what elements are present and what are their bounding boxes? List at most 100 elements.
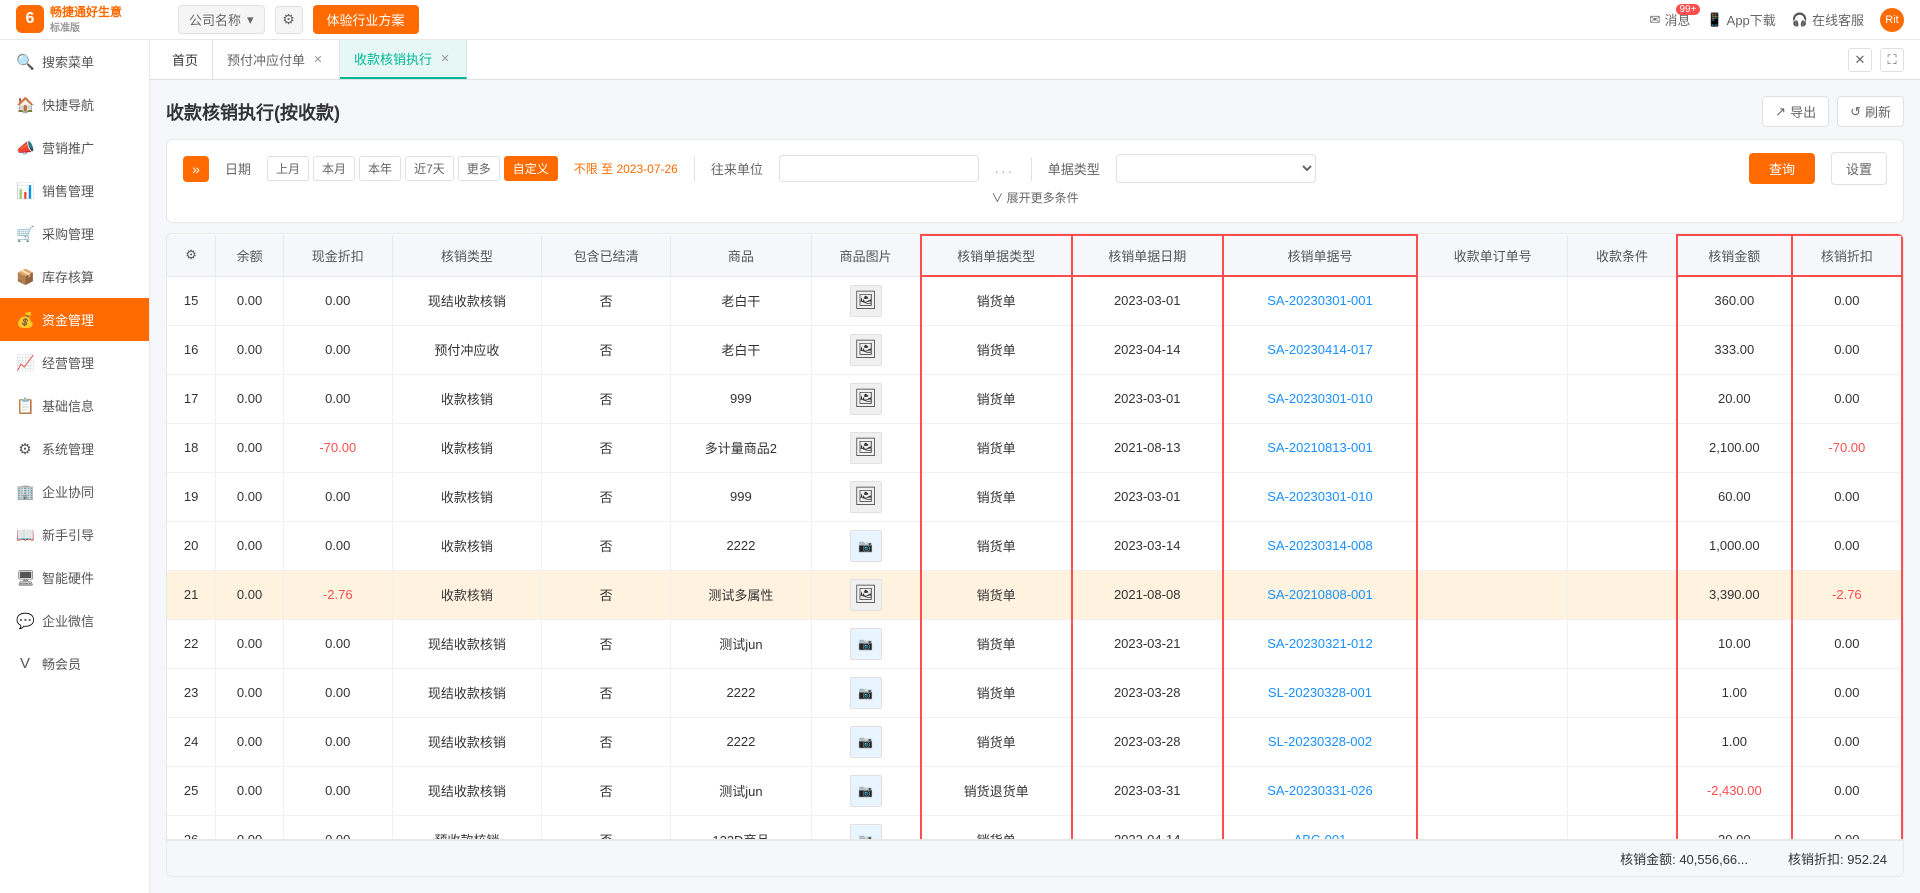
inventory-icon: 📦 — [16, 268, 34, 286]
bill-type-select[interactable] — [1116, 154, 1316, 183]
cancel-bill-no[interactable]: SA-20230321-012 — [1223, 619, 1417, 668]
cancel-bill-no-link[interactable]: SL-20230328-001 — [1268, 685, 1372, 700]
cancel-bill-no[interactable]: SA-20230301-010 — [1223, 472, 1417, 521]
sidebar-item-inventory[interactable]: 📦 库存核算 — [0, 255, 149, 298]
filter-settings-btn[interactable]: 设置 — [1831, 152, 1887, 185]
date-btn-this-year[interactable]: 本年 — [359, 156, 401, 181]
balance: 0.00 — [216, 374, 284, 423]
cash-discount: 0.00 — [283, 374, 392, 423]
cancel-bill-no[interactable]: SA-20230301-010 — [1223, 374, 1417, 423]
cancel-bill-no[interactable]: SA-20210808-001 — [1223, 570, 1417, 619]
th-settings[interactable]: ⚙ — [167, 235, 216, 276]
cancel-bill-no[interactable]: SA-20210813-001 — [1223, 423, 1417, 472]
receipt-cond — [1568, 668, 1677, 717]
sidebar-item-purchase[interactable]: 🛒 采购管理 — [0, 212, 149, 255]
sidebar-item-wechat[interactable]: 💬 企业微信 — [0, 599, 149, 642]
sidebar-item-operations[interactable]: 📈 经营管理 — [0, 341, 149, 384]
hardware-icon: 🖥 — [16, 569, 34, 587]
cancel-amount: 1.00 — [1677, 717, 1792, 766]
tab-prepay-close[interactable]: ✕ — [311, 53, 325, 67]
cancel-bill-no-link[interactable]: SA-20230301-010 — [1267, 391, 1373, 406]
tab-restore-btn[interactable]: ⛶ — [1880, 48, 1904, 72]
cancel-bill-no[interactable]: SA-20230314-008 — [1223, 521, 1417, 570]
date-btn-more[interactable]: 更多 — [458, 156, 500, 181]
date-btn-custom[interactable]: 自定义 — [504, 156, 558, 181]
refresh-btn[interactable]: ↺ 刷新 — [1837, 96, 1904, 127]
expand-more-btn[interactable]: ∨ 展开更多条件 — [183, 185, 1887, 210]
include-settled: 否 — [542, 374, 671, 423]
cancel-discount: -70.00 — [1792, 423, 1902, 472]
notification-btn[interactable]: ✉ 消息 99+ — [1650, 10, 1691, 29]
filter-row: » 日期 上月 本月 本年 近7天 更多 自定义 不限 至 2023-07-26 — [183, 152, 1887, 185]
cancel-bill-no-link[interactable]: SA-20230321-012 — [1267, 636, 1373, 651]
sidebar-item-enterprise[interactable]: 🏢 企业协同 — [0, 470, 149, 513]
cancel-bill-no[interactable]: SA-20230414-017 — [1223, 325, 1417, 374]
cancel-bill-no-link[interactable]: SL-20230328-002 — [1268, 734, 1372, 749]
goods: 999 — [671, 472, 811, 521]
table-row: 180.00-70.00收款核销否多计量商品2🖼销货单2021-08-13SA-… — [167, 423, 1902, 472]
settings-icon[interactable]: ⚙ — [275, 6, 303, 34]
sidebar-item-marketing[interactable]: 📣 营销推广 — [0, 126, 149, 169]
sidebar-item-finance[interactable]: 💰 资金管理 — [0, 298, 149, 341]
cancel-type: 收款核销 — [392, 423, 542, 472]
sales-icon: 📊 — [16, 182, 34, 200]
date-btn-last-month[interactable]: 上月 — [267, 156, 309, 181]
headset-icon: 🎧 — [1792, 12, 1808, 28]
cancel-bill-no-link[interactable]: SA-20210808-001 — [1267, 587, 1373, 602]
finance-icon: 💰 — [16, 311, 34, 329]
cancel-bill-date: 2021-08-08 — [1072, 570, 1223, 619]
cancel-amount: -2,430.00 — [1677, 766, 1792, 815]
goods-img-cell: 📷 — [811, 668, 920, 717]
tab-cancel-close[interactable]: ✕ — [438, 52, 452, 66]
from-unit-input[interactable] — [779, 155, 979, 182]
cancel-bill-type: 销货单 — [921, 521, 1072, 570]
row-id: 23 — [167, 668, 216, 717]
company-selector[interactable]: 公司名称 ▾ — [178, 5, 265, 34]
tab-home[interactable]: 首页 — [158, 40, 213, 79]
cancel-bill-no-link[interactable]: SA-20230331-026 — [1267, 783, 1373, 798]
cancel-bill-no-link[interactable]: SA-20210813-001 — [1267, 440, 1373, 455]
sidebar-item-hardware[interactable]: 🖥 智能硬件 — [0, 556, 149, 599]
receipt-cond — [1568, 815, 1677, 839]
cancel-bill-type: 销货单 — [921, 472, 1072, 521]
user-avatar[interactable]: Rit — [1880, 8, 1904, 32]
sidebar-item-member[interactable]: V 畅会员 — [0, 642, 149, 685]
cancel-bill-no[interactable]: SA-20230301-001 — [1223, 276, 1417, 325]
industry-btn[interactable]: 体验行业方案 — [313, 5, 419, 34]
cancel-bill-no-link[interactable]: SA-20230414-017 — [1267, 342, 1373, 357]
sidebar-item-quick-nav[interactable]: 🏠 快捷导航 — [0, 83, 149, 126]
date-btn-this-month[interactable]: 本月 — [313, 156, 355, 181]
balance: 0.00 — [216, 570, 284, 619]
filter-expand-btn[interactable]: » — [183, 156, 209, 182]
cancel-bill-no-link[interactable]: ABC-001 — [1294, 832, 1347, 839]
th-goods-img: 商品图片 — [811, 235, 920, 276]
cancel-bill-no[interactable]: SL-20230328-002 — [1223, 717, 1417, 766]
tab-prepay[interactable]: 预付冲应付单 ✕ — [213, 40, 340, 79]
tab-cancel-label: 收款核销执行 — [354, 49, 432, 68]
tab-cancel[interactable]: 收款核销执行 ✕ — [340, 40, 467, 79]
sidebar-item-basic-info[interactable]: 📋 基础信息 — [0, 384, 149, 427]
receipt-order-no — [1417, 423, 1567, 472]
receipt-order-no — [1417, 668, 1567, 717]
include-settled: 否 — [542, 423, 671, 472]
receipt-order-no — [1417, 374, 1567, 423]
cancel-bill-no[interactable]: SA-20230331-026 — [1223, 766, 1417, 815]
cancel-bill-no-link[interactable]: SA-20230301-001 — [1267, 293, 1373, 308]
cancel-bill-no[interactable]: SL-20230328-001 — [1223, 668, 1417, 717]
cancel-bill-no[interactable]: ABC-001 — [1223, 815, 1417, 839]
query-btn[interactable]: 查询 — [1749, 153, 1815, 184]
sidebar-item-system[interactable]: ⚙ 系统管理 — [0, 427, 149, 470]
filter-dots: ... — [995, 161, 1015, 176]
goods-img-cell: 🖼 — [811, 423, 920, 472]
export-btn[interactable]: ↗ 导出 — [1762, 96, 1829, 127]
sidebar-item-sales[interactable]: 📊 销售管理 — [0, 169, 149, 212]
cancel-bill-no-link[interactable]: SA-20230301-010 — [1267, 489, 1373, 504]
cancel-bill-no-link[interactable]: SA-20230314-008 — [1267, 538, 1373, 553]
sidebar-item-guide[interactable]: 📖 新手引导 — [0, 513, 149, 556]
table-scroll[interactable]: ⚙ 余额 现金折扣 核销类型 包含已结清 商品 商品图片 核销单据类型 核销单据… — [167, 234, 1903, 839]
sidebar-item-search[interactable]: 🔍 搜索菜单 — [0, 40, 149, 83]
tab-close-btn[interactable]: ✕ — [1848, 48, 1872, 72]
app-download-btn[interactable]: 📱 App下载 — [1706, 10, 1775, 29]
online-service-btn[interactable]: 🎧 在线客服 — [1792, 10, 1864, 29]
date-btn-7days[interactable]: 近7天 — [405, 156, 454, 181]
